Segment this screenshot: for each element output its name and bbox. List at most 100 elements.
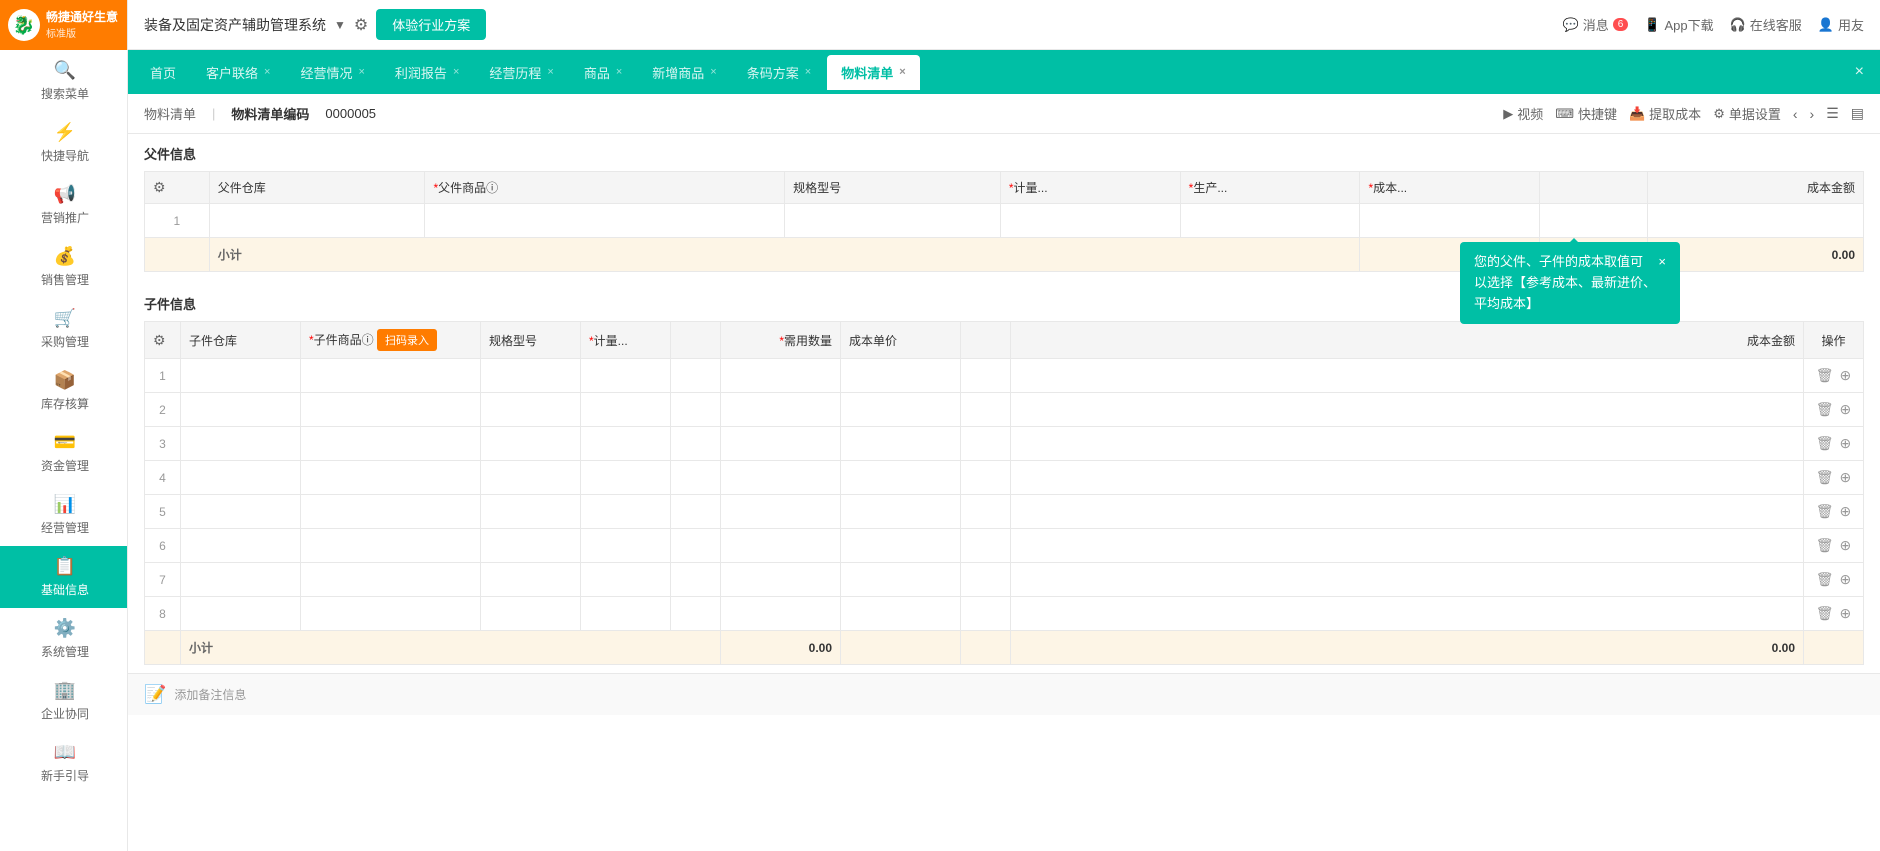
parent-cell-extra-1[interactable] — [1540, 204, 1648, 238]
child-cell-warehouse-3[interactable] — [181, 427, 301, 461]
nav-next-btn[interactable]: › — [1810, 106, 1815, 122]
parent-col-settings[interactable]: ⚙ — [145, 172, 210, 204]
child-cell-unit-cost-4[interactable] — [841, 461, 961, 495]
grid-view-btn[interactable]: ☰ — [1826, 105, 1839, 122]
child-cell-cost-amount-7[interactable] — [1011, 563, 1804, 597]
child-settings-btn[interactable]: ⚙ — [153, 332, 166, 349]
child-cell-extra-1[interactable] — [671, 359, 721, 393]
parent-cell-unit-1[interactable] — [1000, 204, 1180, 238]
parent-cell-cost-1[interactable] — [1360, 204, 1540, 238]
single-settings-btn[interactable]: ⚙ 单据设置 — [1713, 104, 1781, 123]
child-cell-extra-4[interactable] — [671, 461, 721, 495]
child-cell-product-2[interactable] — [301, 393, 481, 427]
list-view-btn[interactable]: ▤ — [1851, 105, 1864, 122]
tab-products[interactable]: 商品× — [570, 55, 636, 90]
child-col-settings[interactable]: ⚙ — [145, 322, 181, 359]
child-cell-req-qty-2[interactable] — [721, 393, 841, 427]
app-download-item[interactable]: 📱 App下载 — [1644, 15, 1713, 34]
child-cell-unit-cost-8[interactable] — [841, 597, 961, 631]
delete-row-7-btn[interactable]: 🗑 — [1816, 571, 1834, 588]
copy-row-4-btn[interactable]: ⊕ — [1840, 469, 1852, 486]
close-bom-tab[interactable]: × — [899, 66, 905, 78]
user-item[interactable]: 👤 用友 — [1818, 15, 1864, 34]
child-cell-req-qty-6[interactable] — [721, 529, 841, 563]
parent-cell-warehouse-1[interactable] — [209, 204, 425, 238]
breadcrumb-bom[interactable]: 物料清单 — [144, 104, 196, 123]
child-cell-unit-7[interactable] — [581, 563, 671, 597]
message-item[interactable]: 💬 消息 6 — [1563, 15, 1629, 34]
delete-row-4-btn[interactable]: 🗑 — [1816, 469, 1834, 486]
child-cell-unit-cost-extra-3[interactable] — [961, 427, 1011, 461]
child-cell-unit-8[interactable] — [581, 597, 671, 631]
child-cell-unit-cost-6[interactable] — [841, 529, 961, 563]
copy-row-7-btn[interactable]: ⊕ — [1840, 571, 1852, 588]
child-cell-unit-cost-3[interactable] — [841, 427, 961, 461]
delete-row-2-btn[interactable]: 🗑 — [1816, 401, 1834, 418]
child-cell-product-5[interactable] — [301, 495, 481, 529]
child-cell-warehouse-6[interactable] — [181, 529, 301, 563]
child-cell-product-6[interactable] — [301, 529, 481, 563]
shortcut-btn[interactable]: ⌨ 快捷键 — [1555, 104, 1617, 123]
child-cell-product-1[interactable] — [301, 359, 481, 393]
child-cell-warehouse-8[interactable] — [181, 597, 301, 631]
child-cell-extra-3[interactable] — [671, 427, 721, 461]
child-cell-unit-cost-2[interactable] — [841, 393, 961, 427]
sidebar-item-quicknav[interactable]: ⚡快捷导航 — [0, 112, 127, 174]
copy-row-6-btn[interactable]: ⊕ — [1840, 537, 1852, 554]
nav-prev-btn[interactable]: ‹ — [1793, 106, 1798, 122]
child-cell-warehouse-1[interactable] — [181, 359, 301, 393]
child-cell-unit-cost-extra-4[interactable] — [961, 461, 1011, 495]
parent-cell-production-1[interactable] — [1180, 204, 1360, 238]
sidebar-item-stock[interactable]: 📦库存核算 — [0, 360, 127, 422]
child-cell-unit-cost-1[interactable] — [841, 359, 961, 393]
tab-bom[interactable]: 物料清单× — [827, 55, 919, 90]
child-cell-warehouse-2[interactable] — [181, 393, 301, 427]
child-cell-cost-amount-3[interactable] — [1011, 427, 1804, 461]
tooltip-close-btn[interactable]: × — [1658, 252, 1666, 273]
child-cell-extra-5[interactable] — [671, 495, 721, 529]
tab-ops-history[interactable]: 经营历程× — [475, 55, 567, 90]
child-cell-spec-5[interactable] — [481, 495, 581, 529]
child-cell-extra-6[interactable] — [671, 529, 721, 563]
child-cell-req-qty-1[interactable] — [721, 359, 841, 393]
topbar-gear-icon[interactable]: ⚙ — [354, 15, 368, 35]
delete-row-5-btn[interactable]: 🗑 — [1816, 503, 1834, 520]
child-cell-unit-6[interactable] — [581, 529, 671, 563]
child-cell-unit-cost-extra-8[interactable] — [961, 597, 1011, 631]
child-cell-spec-1[interactable] — [481, 359, 581, 393]
child-cell-unit-cost-extra-6[interactable] — [961, 529, 1011, 563]
child-cell-product-3[interactable] — [301, 427, 481, 461]
sidebar-item-system[interactable]: ⚙️系统管理 — [0, 608, 127, 670]
child-cell-warehouse-5[interactable] — [181, 495, 301, 529]
close-new-products-tab[interactable]: × — [710, 66, 716, 78]
child-cell-product-4[interactable] — [301, 461, 481, 495]
child-cell-cost-amount-5[interactable] — [1011, 495, 1804, 529]
child-cell-unit-3[interactable] — [581, 427, 671, 461]
child-cell-req-qty-7[interactable] — [721, 563, 841, 597]
child-cell-unit-5[interactable] — [581, 495, 671, 529]
close-profit-tab[interactable]: × — [453, 66, 459, 78]
child-cell-unit-cost-7[interactable] — [841, 563, 961, 597]
child-cell-req-qty-4[interactable] — [721, 461, 841, 495]
parent-settings-btn[interactable]: ⚙ — [153, 179, 166, 196]
delete-row-1-btn[interactable]: 🗑 — [1816, 367, 1834, 384]
copy-row-1-btn[interactable]: ⊕ — [1840, 367, 1852, 384]
close-ops-status-tab[interactable]: × — [358, 66, 364, 78]
child-cell-unit-cost-extra-1[interactable] — [961, 359, 1011, 393]
child-cell-unit-4[interactable] — [581, 461, 671, 495]
child-cell-cost-amount-6[interactable] — [1011, 529, 1804, 563]
sidebar-item-finance[interactable]: 💳资金管理 — [0, 422, 127, 484]
parent-cell-spec-1[interactable] — [785, 204, 1001, 238]
copy-row-8-btn[interactable]: ⊕ — [1840, 605, 1852, 622]
sidebar-item-operations[interactable]: 📊经营管理 — [0, 484, 127, 546]
sidebar-item-sales[interactable]: 💰销售管理 — [0, 236, 127, 298]
tab-customer[interactable]: 客户联络× — [192, 55, 284, 90]
topbar-dropdown-arrow[interactable]: ▼ — [334, 18, 346, 32]
child-cell-extra-2[interactable] — [671, 393, 721, 427]
sidebar-item-basic-info[interactable]: 📋基础信息 — [0, 546, 127, 608]
child-cell-extra-8[interactable] — [671, 597, 721, 631]
parent-cell-amount-1[interactable] — [1648, 204, 1864, 238]
child-cell-cost-amount-8[interactable] — [1011, 597, 1804, 631]
tab-ops-status[interactable]: 经营情况× — [286, 55, 378, 90]
child-cell-spec-7[interactable] — [481, 563, 581, 597]
